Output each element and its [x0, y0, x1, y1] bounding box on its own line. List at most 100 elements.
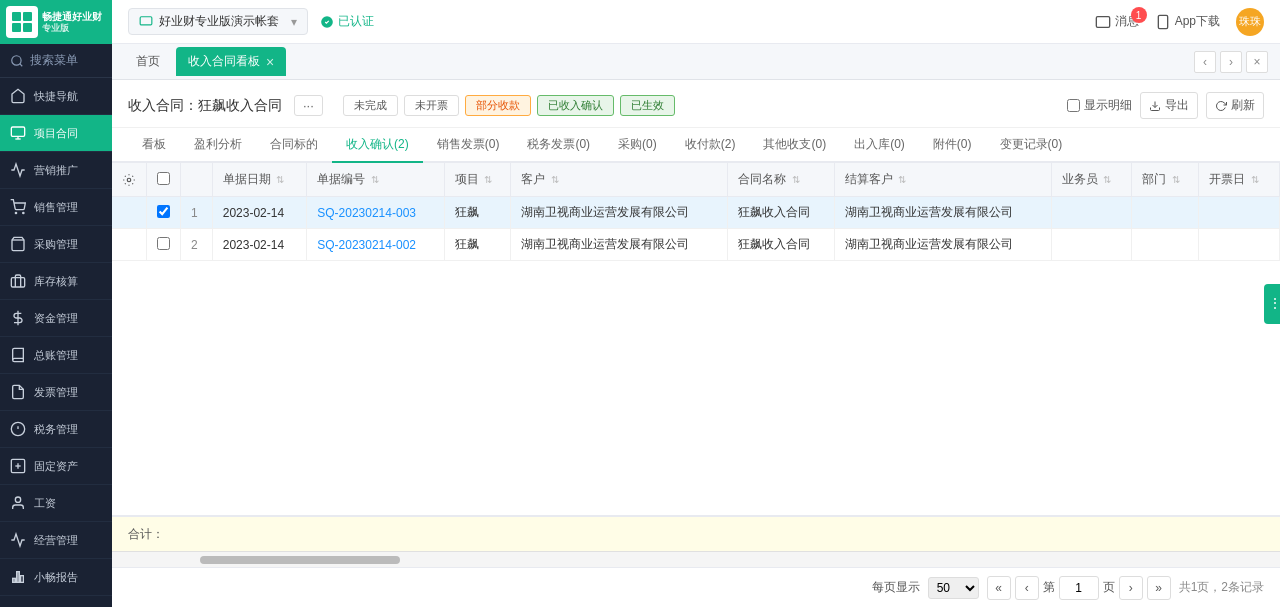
sidebar-item-report[interactable]: 小畅报告 — [0, 559, 112, 596]
sub-tab-warehouse[interactable]: 出入库(0) — [840, 128, 919, 163]
sort-customer-icon[interactable]: ⇅ — [551, 174, 559, 185]
table-row[interactable]: 2 2023-02-14 SQ-20230214-002 狂飙 湖南卫视商业运营… — [112, 229, 1280, 261]
show-detail-checkbox[interactable] — [1067, 99, 1080, 112]
sidebar-item-marketing[interactable]: 营销推广 — [0, 152, 112, 189]
certified-label: 已认证 — [338, 13, 374, 30]
show-detail-checkbox-label[interactable]: 显示明细 — [1067, 97, 1132, 114]
sub-tab-contract-subject[interactable]: 合同标的 — [256, 128, 332, 163]
status-btn-uninvoiced[interactable]: 未开票 — [404, 95, 459, 116]
sub-tab-sales-invoice[interactable]: 销售发票(0) — [423, 128, 514, 163]
page-size-select[interactable]: 50 20 100 — [928, 577, 979, 599]
nav-close-arrow[interactable]: × — [1246, 51, 1268, 73]
sort-salesperson-icon[interactable]: ⇅ — [1103, 174, 1111, 185]
order-no-link[interactable]: SQ-20230214-002 — [317, 238, 416, 252]
sidebar-item-management[interactable]: 经营管理 — [0, 522, 112, 559]
sidebar-item-invoice[interactable]: 发票管理 — [0, 374, 112, 411]
tab-home[interactable]: 首页 — [124, 47, 172, 76]
sidebar-item-salary[interactable]: 工资 — [0, 485, 112, 522]
sub-tab-revenue[interactable]: 收入确认(2) — [332, 128, 423, 163]
company-selector[interactable]: 好业财专业版演示帐套 ▾ — [128, 8, 308, 35]
sub-tab-tax-invoice[interactable]: 税务发票(0) — [513, 128, 604, 163]
message-badge: 1 — [1131, 7, 1147, 23]
cell-salesperson — [1051, 229, 1132, 261]
cell-check[interactable] — [147, 197, 181, 229]
export-button[interactable]: 导出 — [1140, 92, 1198, 119]
title-prefix: 收入合同： — [128, 97, 198, 113]
sidebar-item-fixed-assets[interactable]: 固定资产 — [0, 448, 112, 485]
chevron-down-icon: ▾ — [291, 15, 297, 29]
status-btn-partial[interactable]: 部分收款 — [465, 95, 531, 116]
nav-next-arrow[interactable]: › — [1220, 51, 1242, 73]
sidebar-item-tax[interactable]: 税务管理 — [0, 411, 112, 448]
col-contract-name[interactable]: 合同名称 ⇅ — [728, 163, 835, 197]
sidebar-item-project-contract[interactable]: 项目合同 — [0, 115, 112, 152]
certified-badge: 已认证 — [320, 13, 374, 30]
col-salesperson[interactable]: 业务员 ⇅ — [1051, 163, 1132, 197]
export-label: 导出 — [1165, 97, 1189, 114]
next-page-btn[interactable]: › — [1119, 576, 1143, 600]
sub-tab-attachment[interactable]: 附件(0) — [919, 128, 986, 163]
select-all-checkbox[interactable] — [157, 172, 170, 185]
sidebar-item-funds[interactable]: 资金管理 — [0, 300, 112, 337]
table-container: 单据日期 ⇅ 单据编号 ⇅ 项目 ⇅ 客户 ⇅ — [112, 163, 1280, 515]
sort-contract-icon[interactable]: ⇅ — [792, 174, 800, 185]
col-order-no[interactable]: 单据编号 ⇅ — [307, 163, 444, 197]
col-date[interactable]: 单据日期 ⇅ — [212, 163, 306, 197]
tab-close-icon[interactable]: × — [266, 54, 274, 70]
sidebar-item-purchase[interactable]: 采购管理 — [0, 226, 112, 263]
col-department[interactable]: 部门 ⇅ — [1132, 163, 1199, 197]
sort-settle-icon[interactable]: ⇅ — [898, 174, 906, 185]
search-menu[interactable]: 搜索菜单 — [0, 44, 112, 78]
user-avatar[interactable]: 珠珠 — [1236, 8, 1264, 36]
sidebar-item-inventory[interactable]: 库存核算 — [0, 263, 112, 300]
col-settle-customer[interactable]: 结算客户 ⇅ — [834, 163, 1051, 197]
sub-tab-board[interactable]: 看板 — [128, 128, 180, 163]
table-row[interactable]: 1 2023-02-14 SQ-20230214-003 狂飙 湖南卫视商业运营… — [112, 197, 1280, 229]
sort-date-icon[interactable]: ⇅ — [276, 174, 284, 185]
sub-tab-purchase[interactable]: 采购(0) — [604, 128, 671, 163]
status-btn-effective[interactable]: 已生效 — [620, 95, 675, 116]
data-table: 单据日期 ⇅ 单据编号 ⇅ 项目 ⇅ 客户 ⇅ — [112, 163, 1280, 261]
row-checkbox[interactable] — [157, 205, 170, 218]
tab-contract-board[interactable]: 收入合同看板 × — [176, 47, 286, 76]
col-check[interactable] — [147, 163, 181, 197]
nav-prev-arrow[interactable]: ‹ — [1194, 51, 1216, 73]
scroll-thumb[interactable] — [200, 556, 400, 564]
sort-dept-icon[interactable]: ⇅ — [1172, 174, 1180, 185]
app-download-button[interactable]: App下载 — [1155, 13, 1220, 30]
col-open-date[interactable]: 开票日 ⇅ — [1199, 163, 1280, 197]
horizontal-scrollbar[interactable] — [112, 551, 1280, 567]
top-bar-right: 消息 1 App下载 珠珠 — [1095, 8, 1264, 36]
refresh-button[interactable]: 刷新 — [1206, 92, 1264, 119]
cell-customer: 湖南卫视商业运营发展有限公司 — [511, 229, 728, 261]
right-panel-toggle[interactable]: ⋮ — [1264, 284, 1280, 324]
col-settings[interactable] — [112, 163, 147, 197]
sub-tab-change-log[interactable]: 变更记录(0) — [986, 128, 1077, 163]
sub-tab-profit[interactable]: 盈利分析 — [180, 128, 256, 163]
cell-order-no[interactable]: SQ-20230214-003 — [307, 197, 444, 229]
sub-tab-other[interactable]: 其他收支(0) — [749, 128, 840, 163]
sort-project-icon[interactable]: ⇅ — [484, 174, 492, 185]
status-btn-confirmed[interactable]: 已收入确认 — [537, 95, 614, 116]
sidebar-item-ledger[interactable]: 总账管理 — [0, 337, 112, 374]
sort-open-date-icon[interactable]: ⇅ — [1251, 174, 1259, 185]
sidebar-label-report: 小畅报告 — [34, 570, 78, 585]
cell-check[interactable] — [147, 229, 181, 261]
sidebar-item-basic-info[interactable]: 基础信息 — [0, 596, 112, 607]
status-btn-incomplete[interactable]: 未完成 — [343, 95, 398, 116]
last-page-btn[interactable]: » — [1147, 576, 1171, 600]
message-button[interactable]: 消息 1 — [1095, 13, 1139, 30]
sidebar-item-quick-nav[interactable]: 快捷导航 — [0, 78, 112, 115]
col-project[interactable]: 项目 ⇅ — [444, 163, 511, 197]
first-page-btn[interactable]: « — [987, 576, 1011, 600]
order-no-link[interactable]: SQ-20230214-003 — [317, 206, 416, 220]
sort-order-icon[interactable]: ⇅ — [371, 174, 379, 185]
cell-order-no[interactable]: SQ-20230214-002 — [307, 229, 444, 261]
more-button[interactable]: ··· — [294, 95, 323, 116]
sidebar-item-sales[interactable]: 销售管理 — [0, 189, 112, 226]
col-customer[interactable]: 客户 ⇅ — [511, 163, 728, 197]
sub-tab-payment[interactable]: 收付款(2) — [671, 128, 750, 163]
prev-page-btn[interactable]: ‹ — [1015, 576, 1039, 600]
page-input[interactable] — [1059, 576, 1099, 600]
row-checkbox[interactable] — [157, 237, 170, 250]
